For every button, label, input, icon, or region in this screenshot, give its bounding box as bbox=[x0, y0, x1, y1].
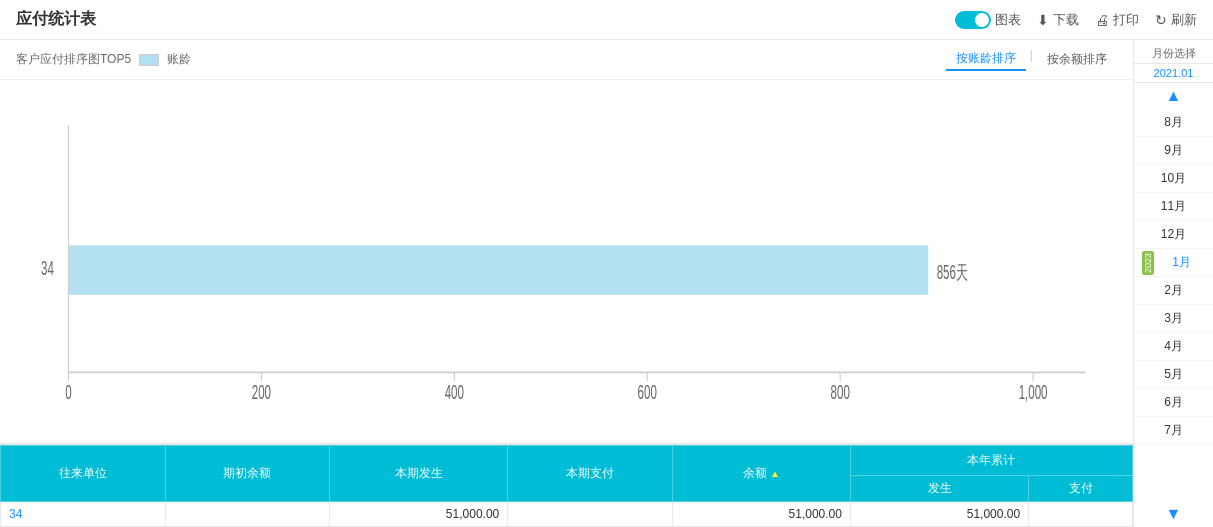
refresh-icon: ↻ bbox=[1155, 12, 1167, 28]
month-item[interactable]: 8月 bbox=[1134, 109, 1213, 137]
print-button[interactable]: 🖨 打印 bbox=[1095, 11, 1139, 29]
refresh-button[interactable]: ↻ 刷新 bbox=[1155, 11, 1197, 29]
chart-area: 34 856天 0 200 400 600 800 bbox=[0, 80, 1133, 443]
month-item-label[interactable]: 1月 bbox=[1172, 255, 1191, 269]
sort-buttons: 按账龄排序 | 按余额排序 bbox=[946, 48, 1117, 71]
col-opening: 期初余额 bbox=[165, 446, 330, 502]
legend-text: 客户应付排序图TOP5 bbox=[16, 51, 131, 68]
month-item[interactable]: 6月 bbox=[1134, 389, 1213, 417]
col-annual-payment: 支付 bbox=[1029, 476, 1133, 502]
month-item[interactable]: 3月 bbox=[1134, 305, 1213, 333]
header: 应付统计表 图表 ⬇ 下载 🖨 打印 ↻ 刷新 bbox=[0, 0, 1213, 40]
col-current-occur: 本期发生 bbox=[330, 446, 508, 502]
bar-chart-svg: 34 856天 0 200 400 600 800 bbox=[16, 90, 1117, 443]
cell-current-occur: 51,000.00 bbox=[330, 502, 508, 527]
header-actions: 图表 ⬇ 下载 🖨 打印 ↻ 刷新 bbox=[955, 11, 1197, 29]
month-item[interactable]: 7月 bbox=[1134, 417, 1213, 445]
app-container: 应付统计表 图表 ⬇ 下载 🖨 打印 ↻ 刷新 bbox=[0, 0, 1213, 527]
col-balance: 余额 ▲ bbox=[672, 446, 850, 502]
print-icon: 🖨 bbox=[1095, 12, 1109, 28]
legend-label: 账龄 bbox=[167, 51, 191, 68]
legend-box-icon bbox=[139, 54, 159, 66]
svg-text:600: 600 bbox=[638, 382, 657, 403]
download-label: 下载 bbox=[1053, 11, 1079, 29]
month-item[interactable]: 5月 bbox=[1134, 361, 1213, 389]
year-badge-row: 2023 1月 bbox=[1134, 249, 1213, 277]
year-badge: 2023 bbox=[1142, 250, 1154, 274]
sidebar-year[interactable]: 2021.01 bbox=[1134, 64, 1213, 83]
refresh-label: 刷新 bbox=[1171, 11, 1197, 29]
cell-annual-occur: 51,000.00 bbox=[850, 502, 1028, 527]
sort-divider: | bbox=[1030, 48, 1033, 71]
month-item[interactable]: 2月 bbox=[1134, 277, 1213, 305]
sort-by-amount-button[interactable]: 按账龄排序 bbox=[946, 48, 1026, 71]
cell-opening bbox=[165, 502, 330, 527]
cell-annual-payment bbox=[1029, 502, 1133, 527]
col-annual-total: 本年累计 bbox=[850, 446, 1132, 476]
table-body: 34 51,000.00 51,000.00 51,000.00 bbox=[1, 502, 1133, 527]
month-sidebar: 月份选择 2021.01 ▲ 8月9月10月11月12月2023 1月 2月3月4月… bbox=[1133, 40, 1213, 527]
col-from-unit: 往来单位 bbox=[1, 446, 166, 502]
table-section: 往来单位 期初余额 本期发生 本期支付 余额 ▲ 本年累计 发生 bbox=[0, 443, 1133, 527]
bar-rect bbox=[68, 245, 928, 294]
chart-toggle[interactable]: 图表 bbox=[955, 11, 1021, 29]
scroll-up-button[interactable]: ▲ bbox=[1134, 83, 1213, 109]
month-item[interactable]: 12月 bbox=[1134, 221, 1213, 249]
download-icon: ⬇ bbox=[1037, 12, 1049, 28]
bar-value-label: 856天 bbox=[937, 262, 968, 283]
page-title: 应付统计表 bbox=[16, 9, 96, 30]
month-item[interactable]: 10月 bbox=[1134, 165, 1213, 193]
sort-by-balance-button[interactable]: 按余额排序 bbox=[1037, 48, 1117, 71]
month-item[interactable]: 9月 bbox=[1134, 137, 1213, 165]
svg-text:400: 400 bbox=[445, 382, 464, 403]
download-button[interactable]: ⬇ 下载 bbox=[1037, 11, 1079, 29]
cell-current-payment bbox=[508, 502, 673, 527]
col-annual-occur: 发生 bbox=[850, 476, 1028, 502]
sidebar-title: 月份选择 bbox=[1134, 40, 1213, 64]
svg-text:800: 800 bbox=[831, 382, 850, 403]
chart-section: 客户应付排序图TOP5 账龄 按账龄排序 | 按余额排序 34 bbox=[0, 40, 1133, 527]
month-list: 8月9月10月11月12月2023 1月 2月3月4月5月6月7月 bbox=[1134, 109, 1213, 501]
table-row: 34 51,000.00 51,000.00 51,000.00 bbox=[1, 502, 1133, 527]
cell-balance: 51,000.00 bbox=[672, 502, 850, 527]
month-item[interactable]: 11月 bbox=[1134, 193, 1213, 221]
svg-text:1,000: 1,000 bbox=[1019, 382, 1048, 403]
chart-label: 图表 bbox=[995, 11, 1021, 29]
chart-legend: 客户应付排序图TOP5 账龄 bbox=[16, 51, 191, 68]
toggle-switch-icon[interactable] bbox=[955, 11, 991, 29]
chart-header: 客户应付排序图TOP5 账龄 按账龄排序 | 按余额排序 bbox=[0, 40, 1133, 80]
table-header-row-1: 往来单位 期初余额 本期发生 本期支付 余额 ▲ 本年累计 bbox=[1, 446, 1133, 476]
data-table: 往来单位 期初余额 本期发生 本期支付 余额 ▲ 本年累计 发生 bbox=[0, 445, 1133, 527]
svg-text:200: 200 bbox=[252, 382, 271, 403]
main-content: 客户应付排序图TOP5 账龄 按账龄排序 | 按余额排序 34 bbox=[0, 40, 1213, 527]
from-unit-link[interactable]: 34 bbox=[9, 507, 22, 521]
y-axis-label: 34 bbox=[41, 258, 54, 279]
col-current-payment: 本期支付 bbox=[508, 446, 673, 502]
print-label: 打印 bbox=[1113, 11, 1139, 29]
month-item[interactable]: 4月 bbox=[1134, 333, 1213, 361]
scroll-down-button[interactable]: ▼ bbox=[1134, 501, 1213, 527]
svg-text:0: 0 bbox=[65, 382, 72, 403]
cell-from-unit: 34 bbox=[1, 502, 166, 527]
